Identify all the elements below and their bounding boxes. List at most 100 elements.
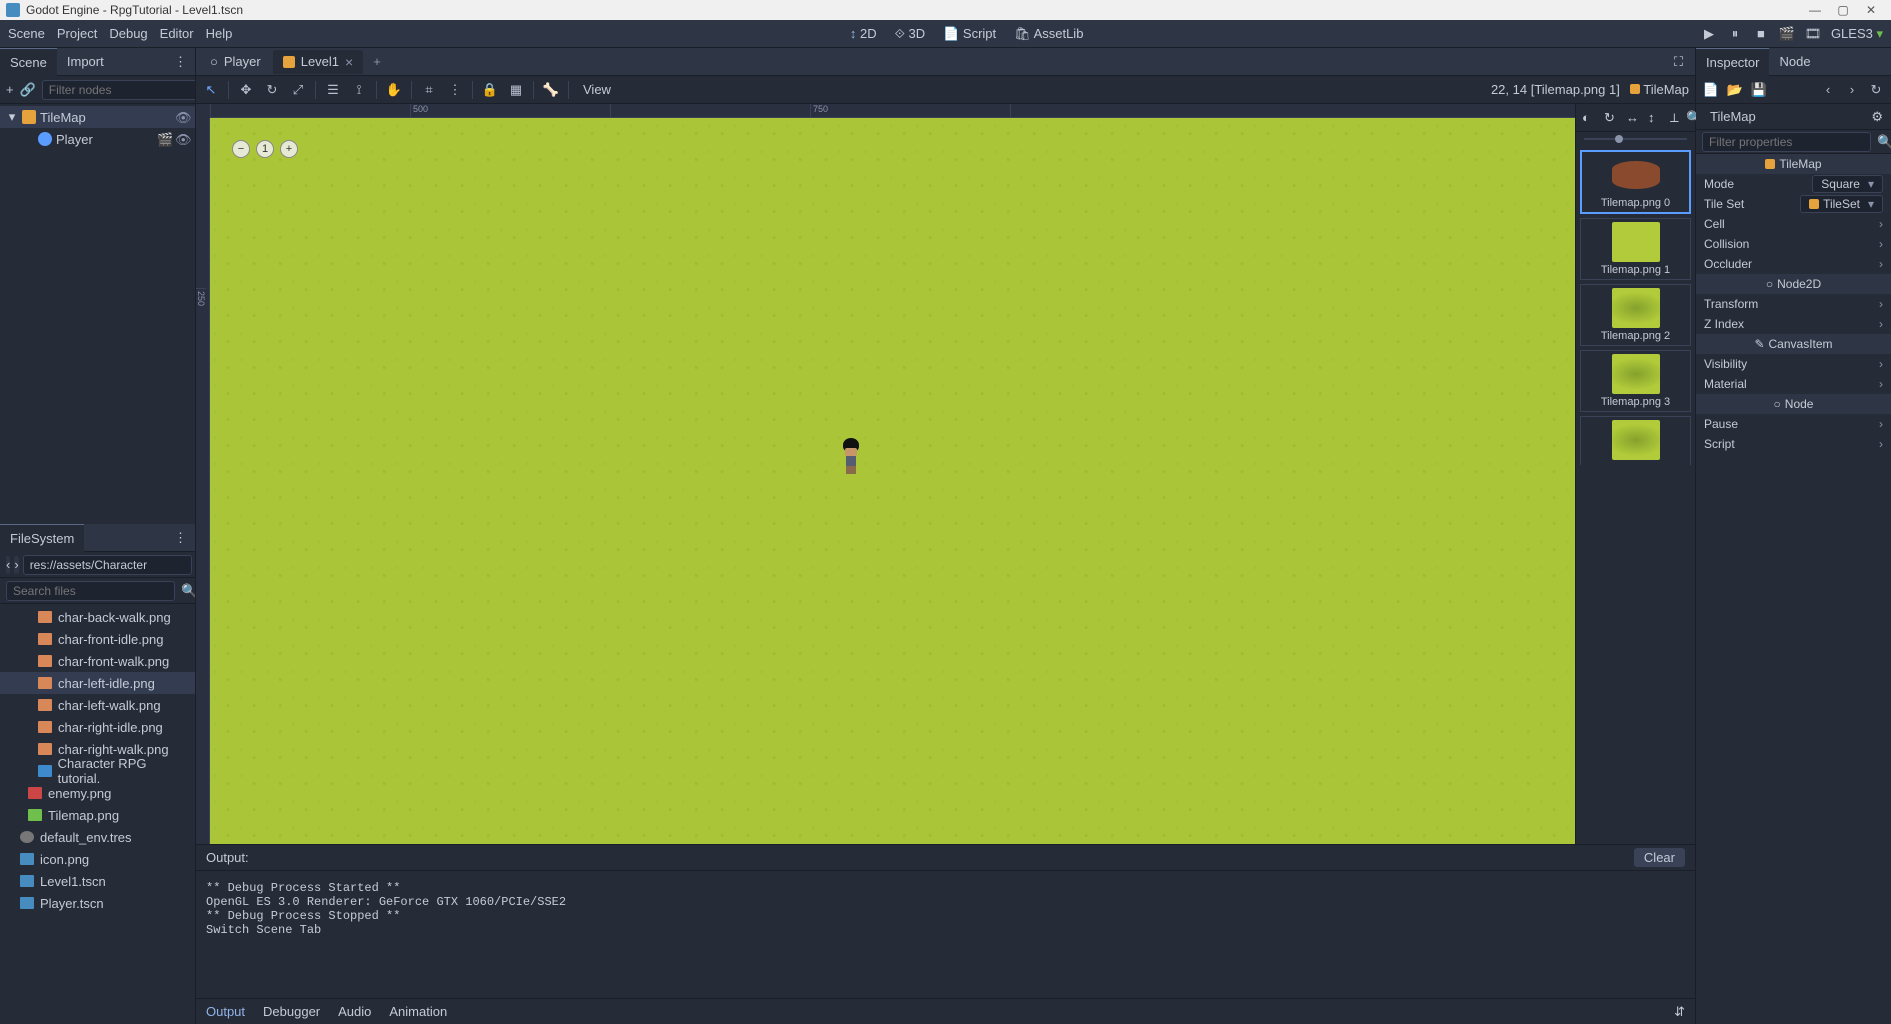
pan-tool-icon[interactable]: ✋	[385, 81, 403, 99]
load-resource-icon[interactable]: 📂	[1726, 81, 1744, 99]
filesystem-path-input[interactable]	[23, 555, 192, 575]
class-section-tilemap[interactable]: TileMap	[1696, 154, 1891, 174]
filesystem-menu-icon[interactable]: ⋮	[166, 530, 195, 546]
tilemap-mode-label[interactable]: TileMap	[1630, 82, 1689, 97]
add-node-icon[interactable]: +	[6, 81, 14, 99]
new-resource-icon[interactable]: 📄	[1702, 81, 1720, 99]
filter-properties-input[interactable]	[1702, 132, 1871, 152]
select-tool-icon[interactable]: ↖	[202, 81, 220, 99]
prop-value-dropdown[interactable]: Square▾	[1812, 175, 1883, 193]
tab-output[interactable]: Output	[206, 1004, 245, 1019]
stop-button[interactable]: ■	[1753, 26, 1769, 42]
class-section-node2d[interactable]: ○ Node2D	[1696, 274, 1891, 294]
prop-group-script[interactable]: Script›	[1696, 434, 1891, 454]
rotate-tile-icon[interactable]: ↻	[1604, 110, 1620, 126]
save-resource-icon[interactable]: 💾	[1750, 81, 1768, 99]
tile-item[interactable]: Tilemap.png 2	[1580, 284, 1691, 346]
file-item[interactable]: char-front-idle.png	[0, 628, 195, 650]
class-section-canvasitem[interactable]: ✎ CanvasItem	[1696, 334, 1891, 354]
viewport-canvas[interactable]: 500750 250 − 1 +	[196, 104, 1575, 844]
close-button[interactable]: ✕	[1857, 3, 1885, 17]
workspace-2d[interactable]: ↕ 2D	[850, 26, 877, 41]
zoom-reset-icon[interactable]: 1	[256, 140, 274, 158]
play-scene-button[interactable]: 🎬	[1779, 26, 1795, 42]
prop-group-pause[interactable]: Pause›	[1696, 414, 1891, 434]
play-custom-button[interactable]: 🎞	[1805, 26, 1821, 42]
tab-filesystem[interactable]: FileSystem	[0, 524, 84, 552]
file-item[interactable]: default_env.tres	[0, 826, 195, 848]
filter-nodes-input[interactable]	[42, 80, 211, 100]
scale-tool-icon[interactable]: ⤢	[289, 81, 307, 99]
tile-item[interactable]: Tilemap.png 3	[1580, 350, 1691, 412]
tab-scene[interactable]: Scene	[0, 48, 57, 76]
scene-panel-menu-icon[interactable]: ⋮	[166, 54, 195, 70]
move-tool-icon[interactable]: ✥	[237, 81, 255, 99]
scene-tab-player[interactable]: ○ Player	[200, 50, 271, 74]
list-tool-icon[interactable]: ☰	[324, 81, 342, 99]
view-menu[interactable]: View	[577, 82, 617, 97]
close-icon[interactable]: ×	[345, 50, 353, 74]
menu-project[interactable]: Project	[57, 26, 97, 41]
prop-group-occluder[interactable]: Occluder›	[1696, 254, 1891, 274]
file-item[interactable]: char-right-idle.png	[0, 716, 195, 738]
zoom-in-icon[interactable]: +	[280, 140, 298, 158]
visibility-icon[interactable]: 👁	[175, 110, 189, 124]
ruler-tool-icon[interactable]: ⟟	[350, 81, 368, 99]
prop-group-zindex[interactable]: Z Index›	[1696, 314, 1891, 334]
tile-item[interactable]: Tilemap.png 1	[1580, 218, 1691, 280]
file-item[interactable]: char-left-idle.png	[0, 672, 195, 694]
menu-scene[interactable]: Scene	[8, 26, 45, 41]
rotate-tool-icon[interactable]: ↻	[263, 81, 281, 99]
erase-icon[interactable]: ⟂	[1670, 110, 1686, 126]
snap-menu-icon[interactable]: ⋮	[446, 81, 464, 99]
prop-group-transform[interactable]: Transform›	[1696, 294, 1891, 314]
scene-tab-level1[interactable]: Level1 ×	[273, 50, 364, 74]
menu-debug[interactable]: Debug	[109, 26, 147, 41]
class-section-node[interactable]: ○ Node	[1696, 394, 1891, 414]
file-item[interactable]: icon.png	[0, 848, 195, 870]
zoom-out-icon[interactable]: −	[232, 140, 250, 158]
node-menu-icon[interactable]: ⚙	[1871, 109, 1883, 125]
menu-help[interactable]: Help	[206, 26, 233, 41]
menu-editor[interactable]: Editor	[160, 26, 194, 41]
file-item[interactable]: Player.tscn	[0, 892, 195, 914]
maximize-button[interactable]: ▢	[1829, 3, 1857, 17]
renderer-label[interactable]: GLES3 ▾	[1831, 26, 1883, 42]
file-item[interactable]: char-front-walk.png	[0, 650, 195, 672]
lock-icon[interactable]: 🔒	[481, 81, 499, 99]
tab-inspector[interactable]: Inspector	[1696, 48, 1769, 76]
workspace-3d[interactable]: ⟐ 3D	[895, 26, 925, 42]
group-icon[interactable]: ▦	[507, 81, 525, 99]
output-body[interactable]: ** Debug Process Started ** OpenGL ES 3.…	[196, 871, 1695, 998]
workspace-assetlib[interactable]: 🛍 AssetLib	[1014, 26, 1083, 42]
player-sprite[interactable]	[840, 438, 862, 472]
prop-group-cell[interactable]: Cell›	[1696, 214, 1891, 234]
scene-node-tilemap[interactable]: ▾ TileMap 👁	[0, 106, 195, 128]
scene-node-player[interactable]: Player 🎬👁	[0, 128, 195, 150]
add-scene-icon[interactable]: +	[365, 54, 389, 69]
workspace-script[interactable]: 📄 Script	[943, 26, 996, 42]
tile-item[interactable]	[1580, 416, 1691, 465]
tab-animation[interactable]: Animation	[389, 1004, 447, 1019]
file-item[interactable]: Character RPG tutorial.	[0, 760, 195, 782]
nav-fwd-icon[interactable]: ›	[14, 556, 18, 574]
history-back-icon[interactable]: ‹	[1819, 81, 1837, 99]
nav-back-icon[interactable]: ‹	[6, 556, 10, 574]
prop-group-visibility[interactable]: Visibility›	[1696, 354, 1891, 374]
tilemap-canvas[interactable]: − 1 +	[210, 118, 1575, 844]
expand-bottom-icon[interactable]: ⇵	[1674, 1004, 1685, 1020]
tab-audio[interactable]: Audio	[338, 1004, 371, 1019]
search-icon[interactable]: 🔍	[1877, 133, 1891, 151]
minimize-button[interactable]: —	[1801, 3, 1829, 17]
tileset-zoom-slider[interactable]	[1576, 132, 1695, 146]
open-scene-icon[interactable]: 🎬	[157, 132, 171, 146]
history-menu-icon[interactable]: ↻	[1867, 81, 1885, 99]
prop-value-resource[interactable]: TileSet▾	[1800, 195, 1883, 213]
clear-button[interactable]: Clear	[1634, 848, 1685, 867]
prop-group-material[interactable]: Material›	[1696, 374, 1891, 394]
tab-import[interactable]: Import	[57, 48, 114, 76]
bone-icon[interactable]: 🦴	[542, 81, 560, 99]
tile-item[interactable]: Tilemap.png 0	[1580, 150, 1691, 214]
pause-button[interactable]: ⏸	[1727, 26, 1743, 42]
tab-node[interactable]: Node	[1769, 48, 1820, 76]
